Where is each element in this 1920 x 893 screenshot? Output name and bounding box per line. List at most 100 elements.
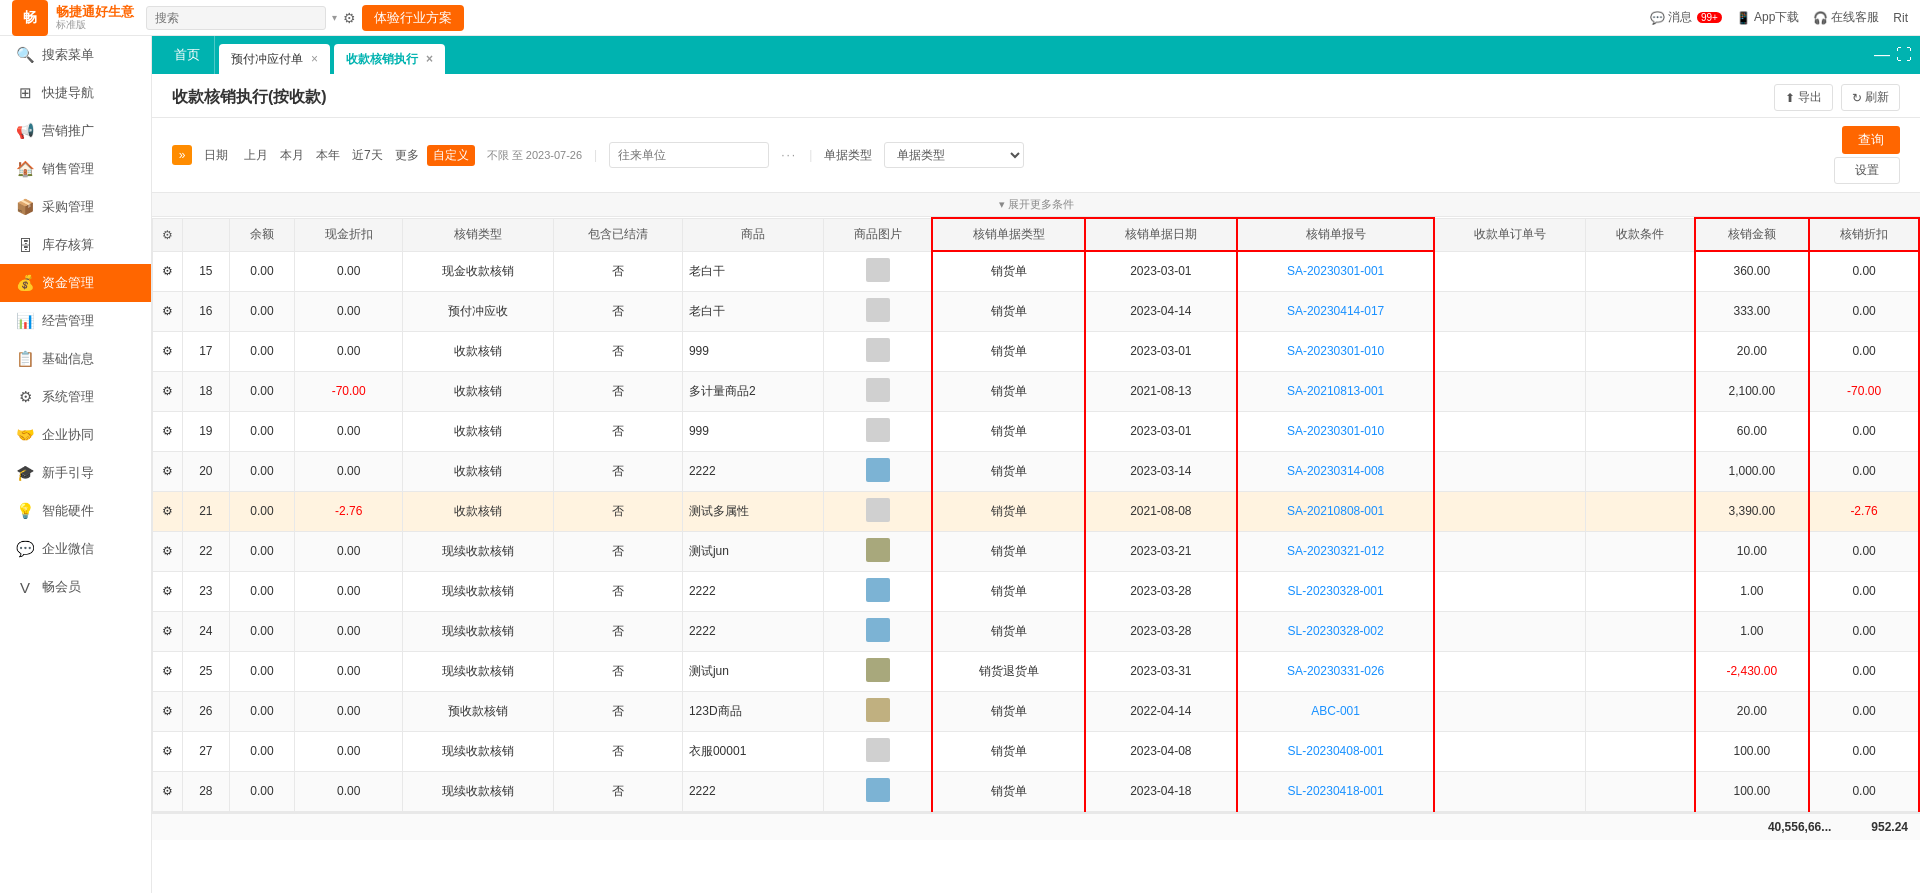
td-cancel-order-no[interactable]: SA-20230301-010 (1237, 411, 1434, 451)
td-cancel-order-no[interactable]: ABC-001 (1237, 691, 1434, 731)
sidebar-item-基础信息[interactable]: 📋基础信息 (0, 340, 151, 378)
td-cancel-amount: 3,390.00 (1695, 491, 1810, 531)
order-type-select[interactable]: 单据类型 (884, 142, 1024, 168)
td-cancel-discount: 0.00 (1809, 571, 1919, 611)
td-cancel-amount: 60.00 (1695, 411, 1810, 451)
sidebar-icon: 🔍 (16, 46, 34, 64)
td-gear[interactable]: ⚙ (153, 291, 183, 331)
filter-expand-arrow-button[interactable]: » (172, 145, 192, 165)
sidebar-item-系统管理[interactable]: ⚙系统管理 (0, 378, 151, 416)
td-cancel-order-no[interactable]: SA-20230414-017 (1237, 291, 1434, 331)
tab-close-active-icon[interactable]: × (426, 52, 433, 66)
expand-conditions-button[interactable]: ▾ 展开更多条件 (999, 197, 1074, 212)
sidebar-item-快捷导航[interactable]: ⊞快捷导航 (0, 74, 151, 112)
td-included-settled: 否 (553, 731, 682, 771)
top-search-input[interactable] (146, 6, 326, 30)
td-balance: 0.00 (229, 451, 295, 491)
td-gear[interactable]: ⚙ (153, 691, 183, 731)
td-cancel-order-no[interactable]: SA-20210813-001 (1237, 371, 1434, 411)
td-receipt-condition (1586, 451, 1695, 491)
app-download-item[interactable]: 📱 App下载 (1736, 9, 1799, 26)
td-gear[interactable]: ⚙ (153, 331, 183, 371)
td-gear[interactable]: ⚙ (153, 651, 183, 691)
online-service-item[interactable]: 🎧 在线客服 (1813, 9, 1879, 26)
td-cash-discount: 0.00 (295, 251, 403, 291)
td-cancel-order-no[interactable]: SA-20230331-026 (1237, 651, 1434, 691)
date-more-btn[interactable]: 更多 (391, 145, 423, 166)
tab-maximize-icon[interactable]: ⛶ (1896, 46, 1912, 64)
sidebar-item-搜索菜单[interactable]: 🔍搜索菜单 (0, 36, 151, 74)
td-cancel-discount: 0.00 (1809, 331, 1919, 371)
from-unit-input[interactable] (609, 142, 769, 168)
tab-prepay[interactable]: 预付冲应付单 × (219, 44, 330, 74)
td-cancel-discount: 0.00 (1809, 251, 1919, 291)
td-receipt-order-no (1434, 571, 1585, 611)
filter-more-dots[interactable]: ··· (781, 148, 797, 162)
td-cancel-order-no[interactable]: SL-20230418-001 (1237, 771, 1434, 811)
td-cancel-order-type: 销货退货单 (932, 651, 1084, 691)
industry-solution-button[interactable]: 体验行业方案 (362, 5, 464, 31)
table-row: ⚙ 24 0.00 0.00 现续收款核销 否 2222 销货单 2023-03… (153, 611, 1920, 651)
tab-close-icon[interactable]: × (311, 52, 318, 66)
sidebar-item-企业微信[interactable]: 💬企业微信 (0, 530, 151, 568)
td-balance: 0.00 (229, 691, 295, 731)
td-gear[interactable]: ⚙ (153, 251, 183, 291)
settings-gear-icon[interactable]: ⚙ (343, 10, 356, 26)
td-cancel-order-no[interactable]: SA-20230301-010 (1237, 331, 1434, 371)
td-receipt-order-no (1434, 691, 1585, 731)
td-goods-img (824, 771, 933, 811)
date-custom-btn[interactable]: 自定义 (427, 145, 475, 166)
query-button[interactable]: 查询 (1842, 126, 1900, 154)
td-gear[interactable]: ⚙ (153, 491, 183, 531)
td-cancel-order-no[interactable]: SA-20210808-001 (1237, 491, 1434, 531)
date-this-month-btn[interactable]: 本月 (276, 145, 308, 166)
date-this-year-btn[interactable]: 本年 (312, 145, 344, 166)
td-cancel-order-no[interactable]: SL-20230408-001 (1237, 731, 1434, 771)
sidebar-item-库存核算[interactable]: 🗄库存核算 (0, 226, 151, 264)
sidebar-item-经营管理[interactable]: 📊经营管理 (0, 302, 151, 340)
sidebar-item-资金管理[interactable]: 💰资金管理 (0, 264, 151, 302)
sidebar-item-畅会员[interactable]: V畅会员 (0, 568, 151, 606)
td-cancel-order-no[interactable]: SA-20230301-001 (1237, 251, 1434, 291)
tab-minimize-icon[interactable]: — (1874, 46, 1890, 64)
sidebar-item-营销推广[interactable]: 📢营销推广 (0, 112, 151, 150)
td-gear[interactable]: ⚙ (153, 571, 183, 611)
th-balance: 余额 (229, 218, 295, 251)
th-gear[interactable]: ⚙ (153, 218, 183, 251)
date-last-month-btn[interactable]: 上月 (240, 145, 272, 166)
td-cancel-order-no[interactable]: SL-20230328-002 (1237, 611, 1434, 651)
td-cancel-discount: 0.00 (1809, 771, 1919, 811)
td-gear[interactable]: ⚙ (153, 731, 183, 771)
td-gear[interactable]: ⚙ (153, 411, 183, 451)
td-cancel-discount: 0.00 (1809, 611, 1919, 651)
td-cancel-amount: 100.00 (1695, 771, 1810, 811)
td-cancel-order-no[interactable]: SL-20230328-001 (1237, 571, 1434, 611)
sidebar-icon: 📋 (16, 350, 34, 368)
sidebar-item-新手引导[interactable]: 🎓新手引导 (0, 454, 151, 492)
td-goods-img (824, 331, 933, 371)
refresh-button[interactable]: ↻ 刷新 (1841, 84, 1900, 111)
td-gear[interactable]: ⚙ (153, 531, 183, 571)
sidebar-item-企业协同[interactable]: 🤝企业协同 (0, 416, 151, 454)
sidebar-item-销售管理[interactable]: 🏠销售管理 (0, 150, 151, 188)
page-content: 收款核销执行(按收款) ⬆ 导出 ↻ 刷新 » 日期 上月 (152, 74, 1920, 893)
td-receipt-condition (1586, 291, 1695, 331)
date-last-7days-btn[interactable]: 近7天 (348, 145, 387, 166)
tab-receipt-cancel[interactable]: 收款核销执行 × (334, 44, 445, 74)
td-receipt-order-no (1434, 251, 1585, 291)
messages-item[interactable]: 💬 消息 99+ (1650, 9, 1722, 26)
td-cancel-order-no[interactable]: SA-20230321-012 (1237, 531, 1434, 571)
td-gear[interactable]: ⚙ (153, 771, 183, 811)
sidebar-item-采购管理[interactable]: 📦采购管理 (0, 188, 151, 226)
td-included-settled: 否 (553, 251, 682, 291)
tab-home[interactable]: 首页 (160, 36, 215, 74)
td-gear[interactable]: ⚙ (153, 451, 183, 491)
setting-button[interactable]: 设置 (1834, 157, 1900, 184)
td-receipt-condition (1586, 651, 1695, 691)
td-cancel-order-no[interactable]: SA-20230314-008 (1237, 451, 1434, 491)
sidebar-item-智能硬件[interactable]: 💡智能硬件 (0, 492, 151, 530)
td-gear[interactable]: ⚙ (153, 611, 183, 651)
export-button[interactable]: ⬆ 导出 (1774, 84, 1833, 111)
td-gear[interactable]: ⚙ (153, 371, 183, 411)
td-receipt-condition (1586, 571, 1695, 611)
